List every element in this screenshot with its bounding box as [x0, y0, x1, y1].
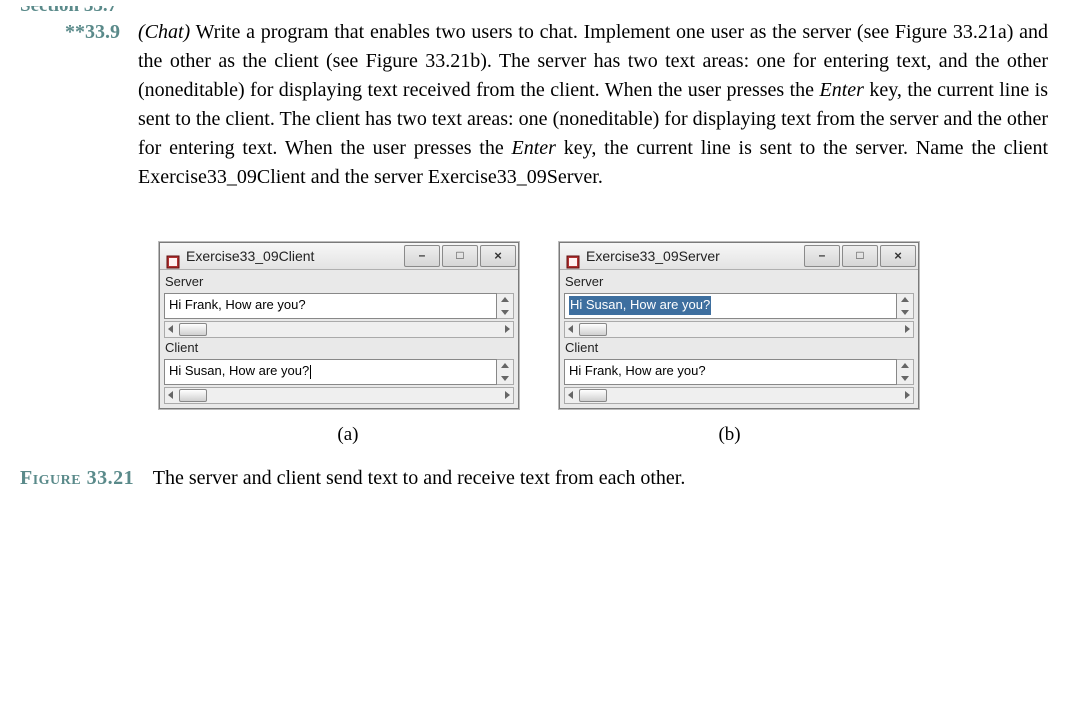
server-label: Server	[564, 272, 914, 293]
minimize-button[interactable]: –	[404, 245, 440, 267]
app-icon	[166, 249, 180, 263]
client-textarea: Hi Frank, How are you?	[564, 359, 897, 385]
close-button[interactable]: ×	[480, 245, 516, 267]
scroll-thumb[interactable]	[579, 389, 607, 402]
client-text-value: Hi Frank, How are you?	[569, 362, 706, 381]
titlebar-client[interactable]: Exercise33_09Client – □ ×	[160, 243, 518, 270]
exercise-title: (Chat)	[138, 21, 190, 43]
hscrollbar[interactable]	[564, 387, 914, 404]
window-content: Server Hi Frank, How are you? Client Hi …	[160, 270, 518, 408]
close-icon: ×	[894, 247, 902, 266]
scroll-thumb[interactable]	[179, 389, 207, 402]
window-content: Server Hi Susan, How are you? Client Hi …	[560, 270, 918, 408]
enter-key-1: Enter	[819, 79, 863, 101]
window-server: Exercise33_09Server – □ × Server Hi Susa…	[559, 242, 919, 409]
server-text-value: Hi Frank, How are you?	[169, 296, 306, 315]
minimize-button[interactable]: –	[804, 245, 840, 267]
app-icon	[566, 249, 580, 263]
subfigure-labels: (a) (b)	[20, 421, 1058, 449]
text-caret	[310, 365, 311, 379]
exercise-body: (Chat) Write a program that enables two …	[138, 18, 1058, 192]
hscrollbar[interactable]	[164, 387, 514, 404]
maximize-icon: □	[456, 247, 463, 264]
client-label: Client	[164, 338, 514, 359]
scroll-thumb[interactable]	[579, 323, 607, 336]
vscrollbar[interactable]	[897, 359, 914, 385]
vscrollbar[interactable]	[497, 293, 514, 319]
vscrollbar[interactable]	[497, 359, 514, 385]
client-textarea[interactable]: Hi Susan, How are you?	[164, 359, 497, 385]
client-text-value: Hi Susan, How are you?	[169, 362, 309, 381]
enter-key-2: Enter	[512, 137, 556, 159]
maximize-icon: □	[856, 247, 863, 264]
close-button[interactable]: ×	[880, 245, 916, 267]
figure-windows: Exercise33_09Client – □ × Server Hi Fran…	[20, 242, 1058, 409]
window-title: Exercise33_09Server	[586, 246, 804, 266]
titlebar-server[interactable]: Exercise33_09Server – □ ×	[560, 243, 918, 270]
window-client: Exercise33_09Client – □ × Server Hi Fran…	[159, 242, 519, 409]
close-icon: ×	[494, 247, 502, 266]
figure-caption-text: The server and client send text to and r…	[153, 467, 686, 489]
vscrollbar[interactable]	[897, 293, 914, 319]
minimize-icon: –	[419, 247, 426, 264]
exercise-number: **33.9	[20, 18, 138, 47]
client-label: Client	[564, 338, 914, 359]
window-buttons: – □ ×	[404, 243, 518, 269]
figure-number: Figure 33.21	[20, 467, 134, 489]
window-buttons: – □ ×	[804, 243, 918, 269]
server-label: Server	[164, 272, 514, 293]
server-text-value: Hi Susan, How are you?	[569, 296, 711, 315]
window-title: Exercise33_09Client	[186, 246, 404, 266]
minimize-icon: –	[819, 247, 826, 264]
section-heading-cutoff: Section 33.7	[20, 6, 1058, 16]
maximize-button[interactable]: □	[842, 245, 878, 267]
maximize-button[interactable]: □	[442, 245, 478, 267]
figure-caption: Figure 33.21 The server and client send …	[20, 464, 1058, 493]
scroll-thumb[interactable]	[179, 323, 207, 336]
sublabel-a: (a)	[337, 421, 358, 449]
sublabel-b: (b)	[718, 421, 740, 449]
hscrollbar[interactable]	[564, 321, 914, 338]
hscrollbar[interactable]	[164, 321, 514, 338]
exercise-block: **33.9 (Chat) Write a program that enabl…	[20, 18, 1058, 192]
server-textarea[interactable]: Hi Susan, How are you?	[564, 293, 897, 319]
server-textarea: Hi Frank, How are you?	[164, 293, 497, 319]
